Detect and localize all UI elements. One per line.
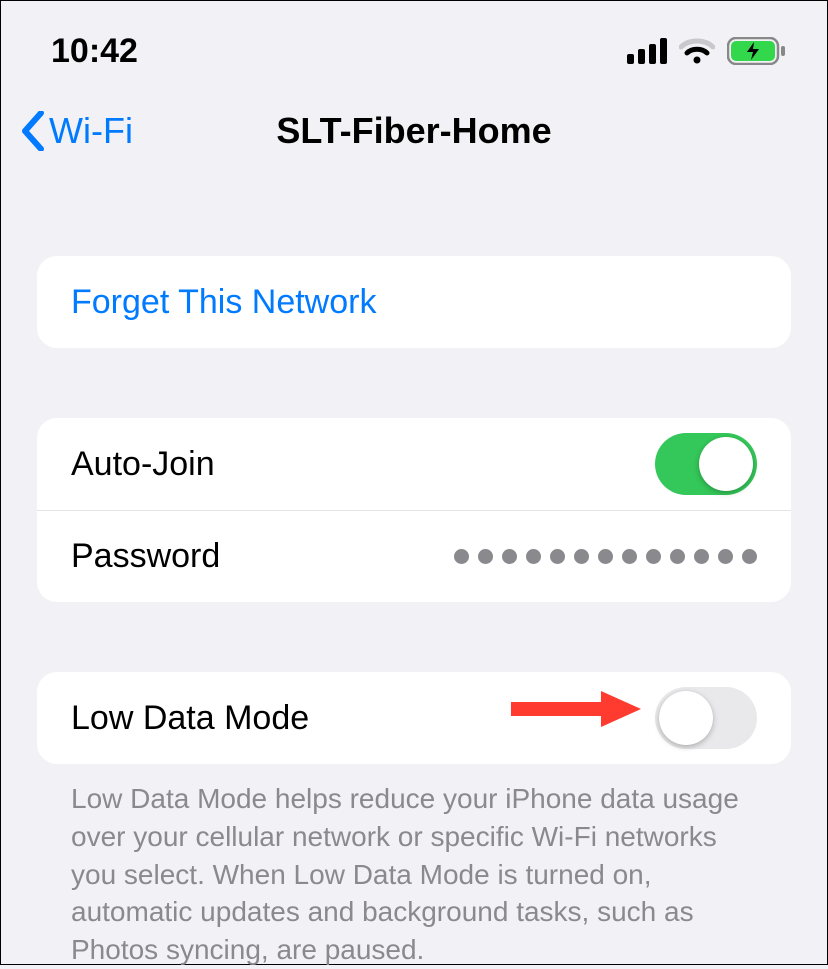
password-row[interactable]: Password [37,510,791,602]
status-icons [627,37,787,65]
low-data-footer: Low Data Mode helps reduce your iPhone d… [1,764,827,969]
password-dot [718,549,733,564]
cellular-icon [627,38,667,64]
wifi-icon [679,38,715,64]
forget-network-button[interactable]: Forget This Network [37,256,791,348]
status-time: 10:42 [51,32,138,71]
low-data-group: Low Data Mode [37,672,791,764]
password-dot [742,549,757,564]
nav-bar: Wi-Fi SLT-Fiber-Home [1,81,827,181]
password-dot [502,549,517,564]
battery-charging-icon [727,37,787,65]
chevron-left-icon [21,111,45,151]
password-dot [646,549,661,564]
password-dot [550,549,565,564]
low-data-row: Low Data Mode [37,672,791,764]
password-dot [598,549,613,564]
back-button[interactable]: Wi-Fi [21,110,133,152]
password-dot [574,549,589,564]
back-label: Wi-Fi [49,110,133,152]
password-dot [478,549,493,564]
password-dot [526,549,541,564]
status-bar: 10:42 [1,1,827,81]
auto-join-row: Auto-Join [37,418,791,510]
password-dot [622,549,637,564]
password-dot [454,549,469,564]
password-label: Password [71,537,220,576]
auto-join-label: Auto-Join [71,445,215,484]
toggle-knob [699,437,753,491]
password-dot [694,549,709,564]
auto-join-toggle[interactable] [655,433,757,495]
toggle-knob [659,691,713,745]
forget-group: Forget This Network [37,256,791,348]
low-data-label: Low Data Mode [71,699,309,738]
forget-network-label: Forget This Network [71,283,376,322]
connection-group: Auto-Join Password [37,418,791,602]
low-data-toggle[interactable] [655,687,757,749]
password-dot [670,549,685,564]
password-dots [454,549,757,564]
